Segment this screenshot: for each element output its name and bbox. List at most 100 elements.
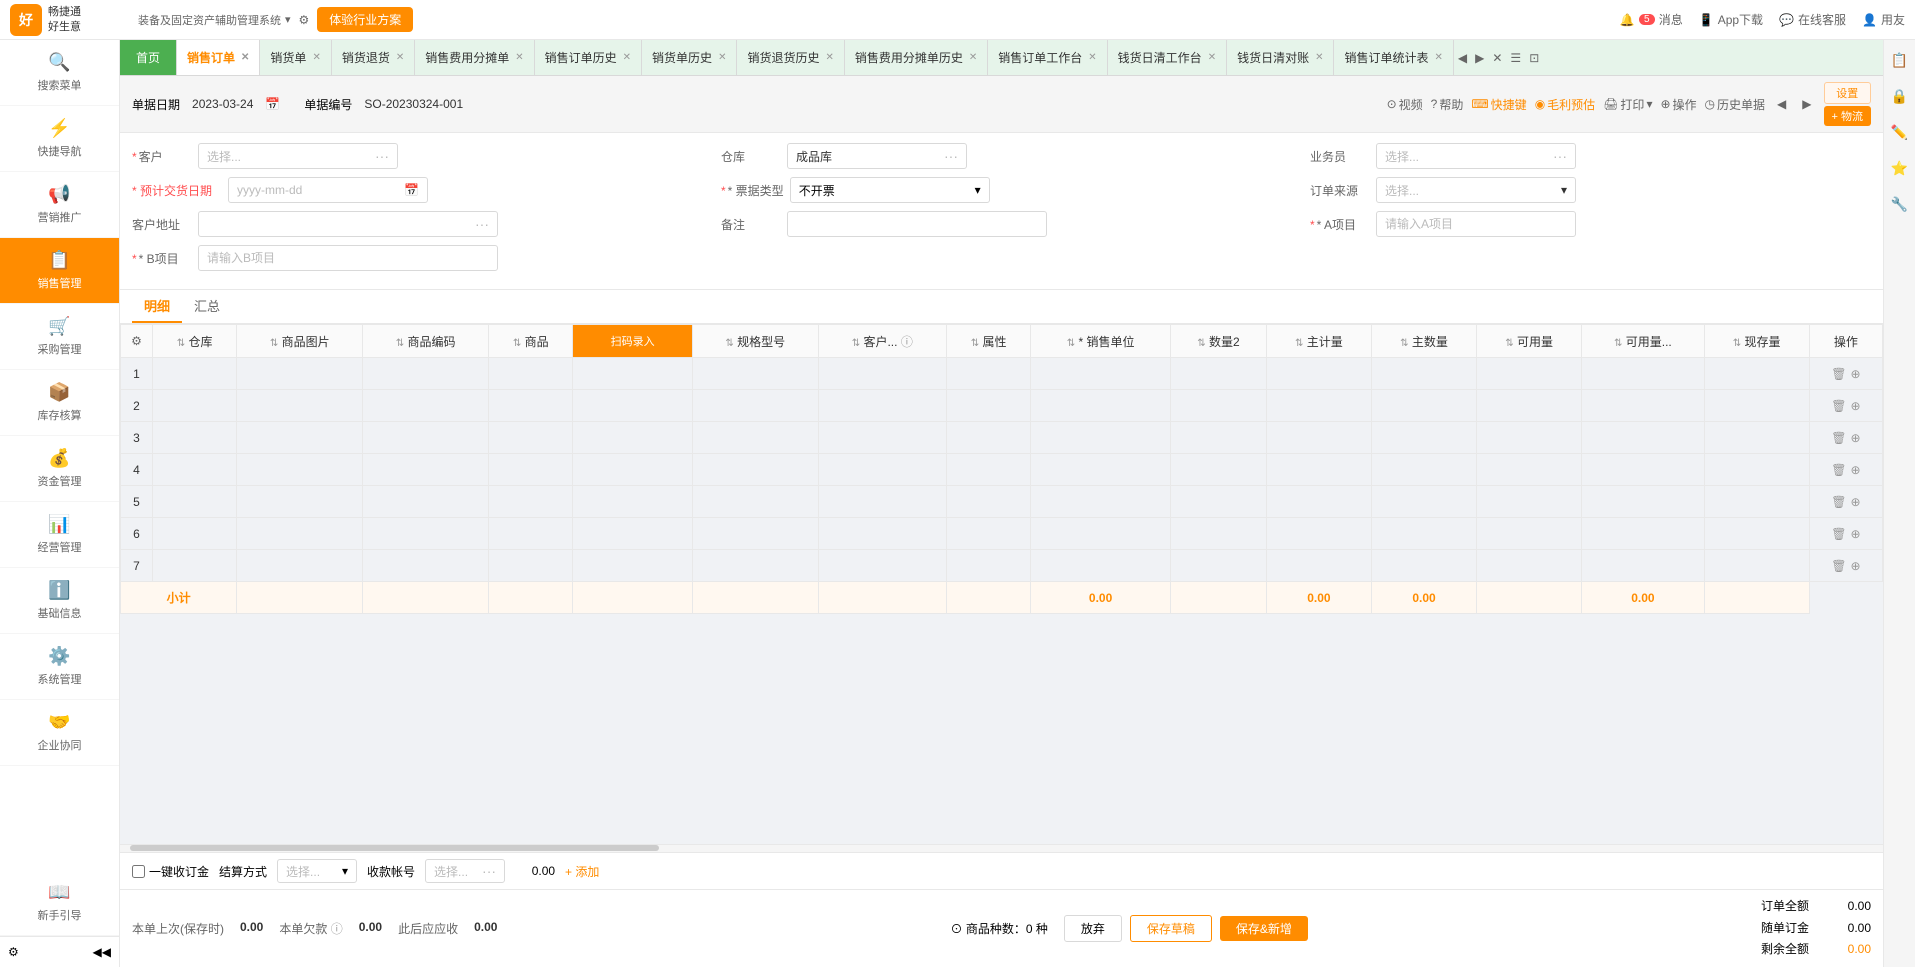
row-mainunit-1[interactable] bbox=[1266, 358, 1371, 390]
row-scan-3[interactable] bbox=[573, 422, 692, 454]
warehouse-input[interactable]: 成品库 ··· bbox=[787, 143, 967, 169]
tab-history-fee[interactable]: 销售费用分摊单历史 ✕ bbox=[845, 40, 988, 75]
sidebar-item-marketing[interactable]: 📢 营销推广 bbox=[0, 172, 119, 238]
row-attr-5[interactable] bbox=[946, 486, 1030, 518]
row-available-5[interactable] bbox=[1477, 486, 1582, 518]
tab-history-return[interactable]: 销货退货历史 ✕ bbox=[737, 40, 844, 75]
tab-close-history-goods[interactable]: ✕ bbox=[718, 52, 726, 63]
row-salesunit-4[interactable] bbox=[1031, 454, 1171, 486]
row-mainqty-6[interactable] bbox=[1371, 518, 1476, 550]
row-availablemore-6[interactable] bbox=[1582, 518, 1704, 550]
tab-stats[interactable]: 销售订单统计表 ✕ bbox=[1334, 40, 1453, 75]
row-available-2[interactable] bbox=[1477, 390, 1582, 422]
row-warehouse-4[interactable] bbox=[153, 454, 237, 486]
row-qty2-6[interactable] bbox=[1170, 518, 1266, 550]
tab-close-reconciliation[interactable]: ✕ bbox=[1315, 52, 1323, 63]
row-copy-icon-6[interactable]: ⊕ bbox=[1850, 527, 1860, 541]
sort-goodscode-icon[interactable]: ⇅ bbox=[396, 338, 404, 349]
row-delete-icon-4[interactable]: 🗑 bbox=[1831, 463, 1846, 477]
row-customer-6[interactable] bbox=[818, 518, 946, 550]
tab-sales-order[interactable]: 销售订单 ✕ bbox=[177, 40, 260, 75]
tab-close-history-return[interactable]: ✕ bbox=[825, 52, 833, 63]
row-scan-1[interactable] bbox=[573, 358, 692, 390]
row-attr-6[interactable] bbox=[946, 518, 1030, 550]
row-goods-2[interactable] bbox=[489, 390, 573, 422]
tab-history-order[interactable]: 销售订单历史 ✕ bbox=[535, 40, 642, 75]
row-qty2-7[interactable] bbox=[1170, 550, 1266, 582]
order-source-input[interactable]: 选择... ▾ bbox=[1376, 177, 1576, 203]
row-copy-icon-4[interactable]: ⊕ bbox=[1850, 463, 1860, 477]
sort-currentstock-icon[interactable]: ⇅ bbox=[1733, 338, 1741, 349]
row-qty2-2[interactable] bbox=[1170, 390, 1266, 422]
row-availablemore-3[interactable] bbox=[1582, 422, 1704, 454]
sidebar-item-purchase[interactable]: 🛒 采购管理 bbox=[0, 304, 119, 370]
right-panel-icon-2[interactable]: 🔒 bbox=[1888, 84, 1912, 108]
th-settings[interactable]: ⚙ bbox=[121, 325, 153, 358]
tab-close-sales-order[interactable]: ✕ bbox=[241, 52, 249, 63]
row-mainunit-5[interactable] bbox=[1266, 486, 1371, 518]
solution-button[interactable]: 体验行业方案 bbox=[317, 7, 413, 32]
tab-close-stats[interactable]: ✕ bbox=[1435, 52, 1443, 63]
row-spec-3[interactable] bbox=[692, 422, 818, 454]
row-availablemore-4[interactable] bbox=[1582, 454, 1704, 486]
a-project-input[interactable]: 请输入A项目 bbox=[1376, 211, 1576, 237]
row-scan-4[interactable] bbox=[573, 454, 692, 486]
row-goods-3[interactable] bbox=[489, 422, 573, 454]
tab-nav-close[interactable]: ✕ bbox=[1488, 51, 1506, 65]
row-availablemore-5[interactable] bbox=[1582, 486, 1704, 518]
row-goodsimg-2[interactable] bbox=[237, 390, 363, 422]
sort-salesunit-icon[interactable]: ⇅ bbox=[1067, 338, 1075, 349]
shortcut-btn[interactable]: ⌨ 快捷键 bbox=[1471, 96, 1526, 113]
sort-goodsimg-icon[interactable]: ⇅ bbox=[270, 338, 278, 349]
row-mainunit-4[interactable] bbox=[1266, 454, 1371, 486]
row-qty2-3[interactable] bbox=[1170, 422, 1266, 454]
sort-attr-icon[interactable]: ⇅ bbox=[971, 338, 979, 349]
scan-button[interactable]: 扫码录入 bbox=[605, 331, 661, 351]
row-goods-6[interactable] bbox=[489, 518, 573, 550]
row-mainqty-4[interactable] bbox=[1371, 454, 1476, 486]
detail-tab-huizong[interactable]: 汇总 bbox=[182, 290, 232, 323]
row-qty2-4[interactable] bbox=[1170, 454, 1266, 486]
right-panel-icon-4[interactable]: ⭐ bbox=[1888, 156, 1912, 180]
sort-mainqty-icon[interactable]: ⇅ bbox=[1400, 338, 1408, 349]
settlement-select[interactable]: 选择... ▾ bbox=[277, 859, 357, 883]
row-warehouse-1[interactable] bbox=[153, 358, 237, 390]
add-goods-button[interactable]: + 物流 bbox=[1824, 106, 1871, 126]
operation-btn[interactable]: ⊕ 操作 bbox=[1660, 96, 1696, 113]
settings-icon[interactable]: ⚙ bbox=[299, 13, 310, 27]
row-available-3[interactable] bbox=[1477, 422, 1582, 454]
row-salesunit-2[interactable] bbox=[1031, 390, 1171, 422]
customer-input[interactable]: 选择... ··· bbox=[198, 143, 398, 169]
row-salesunit-1[interactable] bbox=[1031, 358, 1171, 390]
row-spec-4[interactable] bbox=[692, 454, 818, 486]
row-salesunit-5[interactable] bbox=[1031, 486, 1171, 518]
notification-item[interactable]: 🔔 5 5 消息 bbox=[1620, 11, 1683, 28]
sidebar-item-shortcuts[interactable]: ⚡ 快捷导航 bbox=[0, 106, 119, 172]
row-goodscode-1[interactable] bbox=[363, 358, 489, 390]
sort-spec-icon[interactable]: ⇅ bbox=[725, 338, 733, 349]
tab-nav-prev[interactable]: ◀ bbox=[1454, 51, 1471, 65]
row-spec-5[interactable] bbox=[692, 486, 818, 518]
row-goodsimg-3[interactable] bbox=[237, 422, 363, 454]
row-spec-6[interactable] bbox=[692, 518, 818, 550]
save-draft-button[interactable]: 保存草稿 bbox=[1130, 915, 1212, 942]
row-goodscode-7[interactable] bbox=[363, 550, 489, 582]
row-warehouse-5[interactable] bbox=[153, 486, 237, 518]
row-salesunit-3[interactable] bbox=[1031, 422, 1171, 454]
sidebar-collapse-icon[interactable]: ◀◀ bbox=[93, 945, 111, 959]
sidebar-item-enterprise[interactable]: 🤝 企业协同 bbox=[0, 700, 119, 766]
sidebar-item-basicinfo[interactable]: ℹ️ 基础信息 bbox=[0, 568, 119, 634]
tab-fee-split[interactable]: 销售费用分摊单 ✕ bbox=[415, 40, 534, 75]
calendar-icon[interactable]: 📅 bbox=[265, 97, 280, 111]
row-currentstock-6[interactable] bbox=[1704, 518, 1809, 550]
row-currentstock-4[interactable] bbox=[1704, 454, 1809, 486]
tab-close-cashflow-workbench[interactable]: ✕ bbox=[1208, 52, 1216, 63]
online-service[interactable]: 💬 在线客服 bbox=[1779, 11, 1846, 28]
row-attr-2[interactable] bbox=[946, 390, 1030, 422]
row-attr-7[interactable] bbox=[946, 550, 1030, 582]
sidebar-item-operation[interactable]: 📊 经营管理 bbox=[0, 502, 119, 568]
row-attr-1[interactable] bbox=[946, 358, 1030, 390]
row-currentstock-7[interactable] bbox=[1704, 550, 1809, 582]
tab-home[interactable]: 首页 bbox=[120, 40, 177, 75]
row-attr-3[interactable] bbox=[946, 422, 1030, 454]
